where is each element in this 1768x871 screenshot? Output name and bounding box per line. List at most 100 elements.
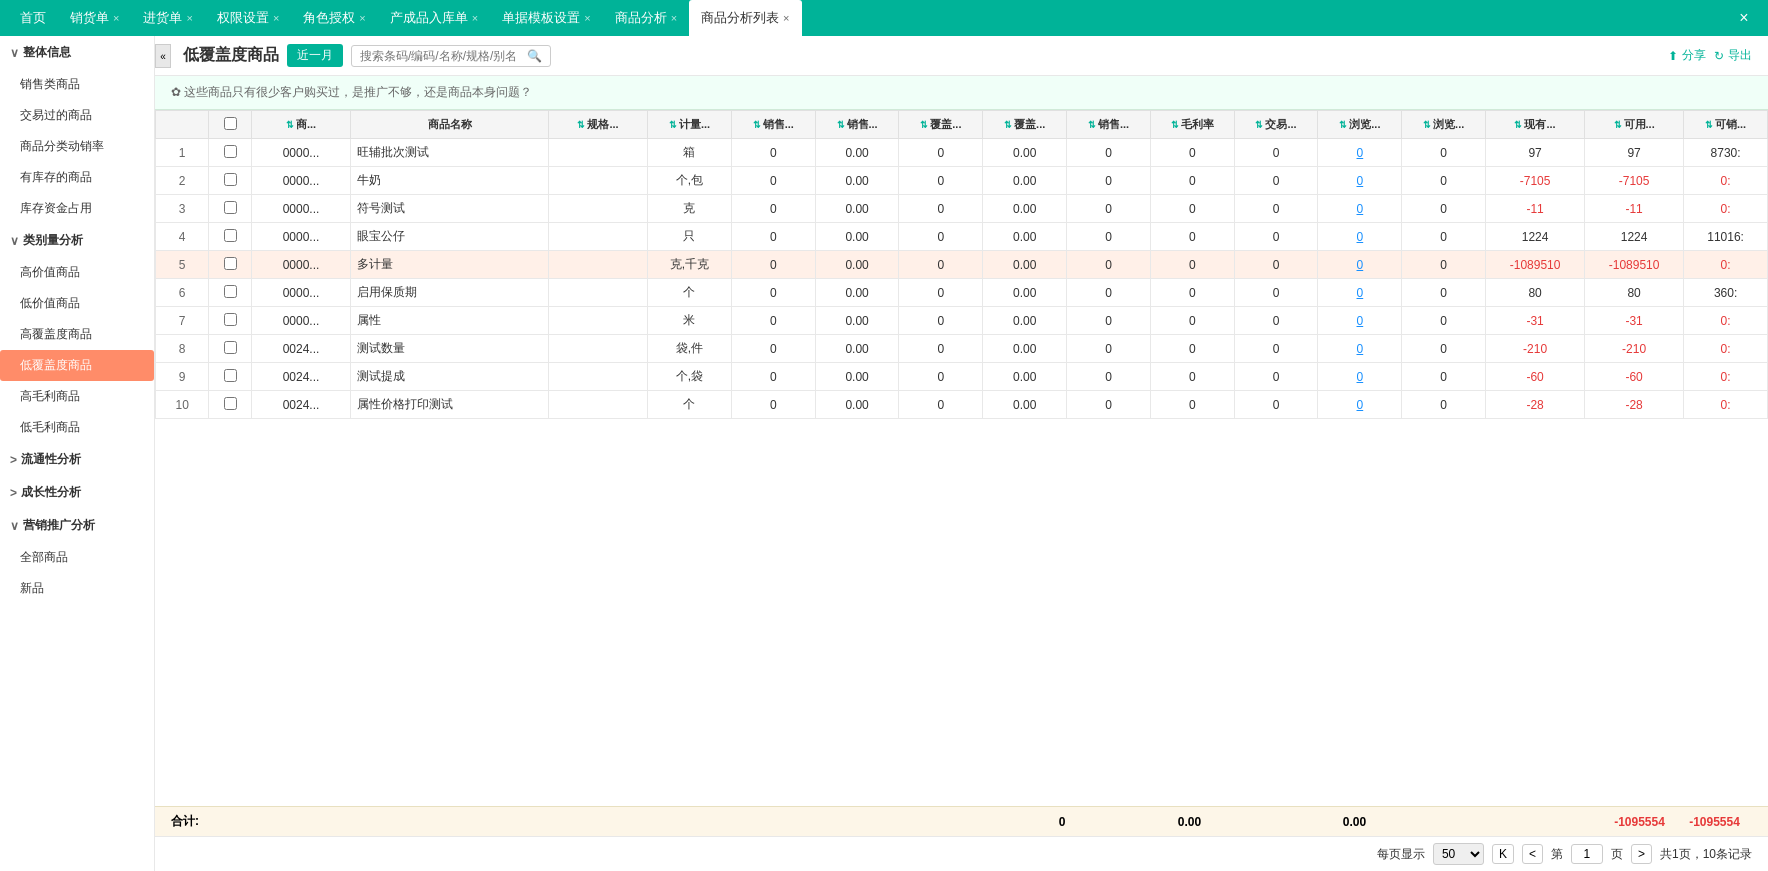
cell-browse1[interactable]: 0 <box>1318 251 1402 279</box>
nav-home[interactable]: 首页 <box>8 0 58 36</box>
row-checkbox[interactable] <box>224 341 237 354</box>
prev-page-button[interactable]: < <box>1522 844 1543 864</box>
th-browse1[interactable]: ⇅浏览... <box>1318 111 1402 139</box>
th-name[interactable]: 商品名称 <box>351 111 549 139</box>
first-page-button[interactable]: K <box>1492 844 1514 864</box>
th-stock2[interactable]: ⇅可用... <box>1585 111 1684 139</box>
sidebar-collapse-button[interactable]: « <box>155 44 171 68</box>
nav-close-icon[interactable]: × <box>671 12 677 24</box>
share-button[interactable]: ⬆ 分享 <box>1668 47 1706 64</box>
sidebar-item-low-coverage[interactable]: 低覆盖度商品 <box>0 350 154 381</box>
th-sales2[interactable]: ⇅销售... <box>815 111 899 139</box>
window-close-button[interactable]: × <box>1728 0 1760 36</box>
cell-browse1[interactable]: 0 <box>1318 195 1402 223</box>
nav-close-icon[interactable]: × <box>113 12 119 24</box>
data-table-wrapper: ⇅商... 商品名称 ⇅规格... ⇅计量... ⇅销售... ⇅销售... ⇅… <box>155 110 1768 806</box>
table-row: 6 0000... 启用保质期 个 0 0.00 0 0.00 0 0 0 0 … <box>156 279 1768 307</box>
row-checkbox[interactable] <box>224 369 237 382</box>
sidebar-item-low-profit[interactable]: 低毛利商品 <box>0 412 154 443</box>
th-sale[interactable]: ⇅可销... <box>1684 111 1768 139</box>
sidebar-item-high-profit[interactable]: 高毛利商品 <box>0 381 154 412</box>
row-checkbox[interactable] <box>224 257 237 270</box>
nav-close-icon[interactable]: × <box>584 12 590 24</box>
cell-browse1[interactable]: 0 <box>1318 279 1402 307</box>
th-sales1[interactable]: ⇅销售... <box>731 111 815 139</box>
nav-close-icon[interactable]: × <box>186 12 192 24</box>
cell-check[interactable] <box>209 279 252 307</box>
sidebar-section-circulation[interactable]: > 流通性分析 <box>0 443 154 476</box>
cell-browse1[interactable]: 0 <box>1318 335 1402 363</box>
sidebar-item-high-coverage[interactable]: 高覆盖度商品 <box>0 319 154 350</box>
nav-purchase-order[interactable]: 进货单 × <box>131 0 204 36</box>
cell-browse1[interactable]: 0 <box>1318 139 1402 167</box>
nav-sales-order[interactable]: 销货单 × <box>58 0 131 36</box>
time-filter-button[interactable]: 近一月 <box>287 44 343 67</box>
per-page-select[interactable]: 50 100 200 <box>1433 843 1484 865</box>
nav-role[interactable]: 角色授权 × <box>291 0 377 36</box>
th-cover2[interactable]: ⇅覆盖... <box>983 111 1067 139</box>
cell-check[interactable] <box>209 195 252 223</box>
nav-close-icon[interactable]: × <box>273 12 279 24</box>
cell-check[interactable] <box>209 391 252 419</box>
nav-template[interactable]: 单据模板设置 × <box>490 0 602 36</box>
row-checkbox[interactable] <box>224 201 237 214</box>
cell-check[interactable] <box>209 167 252 195</box>
cell-browse1[interactable]: 0 <box>1318 223 1402 251</box>
export-button[interactable]: ↻ 导出 <box>1714 47 1752 64</box>
sidebar-item-sales-goods[interactable]: 销售类商品 <box>0 69 154 100</box>
cell-sales3: 0 <box>1067 223 1151 251</box>
cell-browse1[interactable]: 0 <box>1318 307 1402 335</box>
cell-check[interactable] <box>209 223 252 251</box>
nav-permission[interactable]: 权限设置 × <box>205 0 291 36</box>
sidebar-item-high-value[interactable]: 高价值商品 <box>0 257 154 288</box>
th-gross[interactable]: ⇅毛利率 <box>1150 111 1234 139</box>
row-checkbox[interactable] <box>224 145 237 158</box>
sidebar-section-overall[interactable]: ∨ 整体信息 <box>0 36 154 69</box>
cell-check[interactable] <box>209 363 252 391</box>
nav-product-analysis-list[interactable]: 商品分析列表 × <box>689 0 801 36</box>
sidebar-item-low-value[interactable]: 低价值商品 <box>0 288 154 319</box>
select-all-checkbox[interactable] <box>224 117 237 130</box>
cell-browse1[interactable]: 0 <box>1318 363 1402 391</box>
row-checkbox[interactable] <box>224 313 237 326</box>
th-unit[interactable]: ⇅计量... <box>648 111 732 139</box>
page-number-input[interactable] <box>1571 844 1603 864</box>
sidebar-section-category[interactable]: ∨ 类别量分析 <box>0 224 154 257</box>
cell-check[interactable] <box>209 251 252 279</box>
sidebar-item-traded-goods[interactable]: 交易过的商品 <box>0 100 154 131</box>
cell-sale: 0: <box>1684 307 1768 335</box>
row-checkbox[interactable] <box>224 173 237 186</box>
nav-close-icon[interactable]: × <box>783 12 789 24</box>
cell-browse1[interactable]: 0 <box>1318 167 1402 195</box>
search-input[interactable] <box>360 49 523 63</box>
sidebar-item-all-goods[interactable]: 全部商品 <box>0 542 154 573</box>
nav-finished-goods[interactable]: 产成品入库单 × <box>378 0 490 36</box>
row-checkbox[interactable] <box>224 397 237 410</box>
sidebar-item-new-goods[interactable]: 新品 <box>0 573 154 604</box>
th-cover1[interactable]: ⇅覆盖... <box>899 111 983 139</box>
cell-sales1: 0 <box>731 223 815 251</box>
sidebar-item-stock-capital[interactable]: 库存资金占用 <box>0 193 154 224</box>
nav-close-icon[interactable]: × <box>359 12 365 24</box>
th-trans[interactable]: ⇅交易... <box>1234 111 1318 139</box>
th-stock1[interactable]: ⇅现有... <box>1486 111 1585 139</box>
sidebar-section-growth[interactable]: > 成长性分析 <box>0 476 154 509</box>
row-checkbox[interactable] <box>224 229 237 242</box>
th-browse2[interactable]: ⇅浏览... <box>1402 111 1486 139</box>
nav-product-analysis[interactable]: 商品分析 × <box>603 0 689 36</box>
cell-check[interactable] <box>209 335 252 363</box>
th-sales3[interactable]: ⇅销售... <box>1067 111 1151 139</box>
search-icon[interactable]: 🔍 <box>527 49 542 63</box>
nav-close-icon[interactable]: × <box>472 12 478 24</box>
cell-browse1[interactable]: 0 <box>1318 391 1402 419</box>
sidebar-item-category-turnover[interactable]: 商品分类动销率 <box>0 131 154 162</box>
th-code[interactable]: ⇅商... <box>251 111 350 139</box>
cell-trans: 0 <box>1234 279 1318 307</box>
th-spec[interactable]: ⇅规格... <box>549 111 648 139</box>
cell-check[interactable] <box>209 307 252 335</box>
row-checkbox[interactable] <box>224 285 237 298</box>
sidebar-section-marketing[interactable]: ∨ 营销推广分析 <box>0 509 154 542</box>
sidebar-item-stocked-goods[interactable]: 有库存的商品 <box>0 162 154 193</box>
cell-check[interactable] <box>209 139 252 167</box>
next-page-button[interactable]: > <box>1631 844 1652 864</box>
